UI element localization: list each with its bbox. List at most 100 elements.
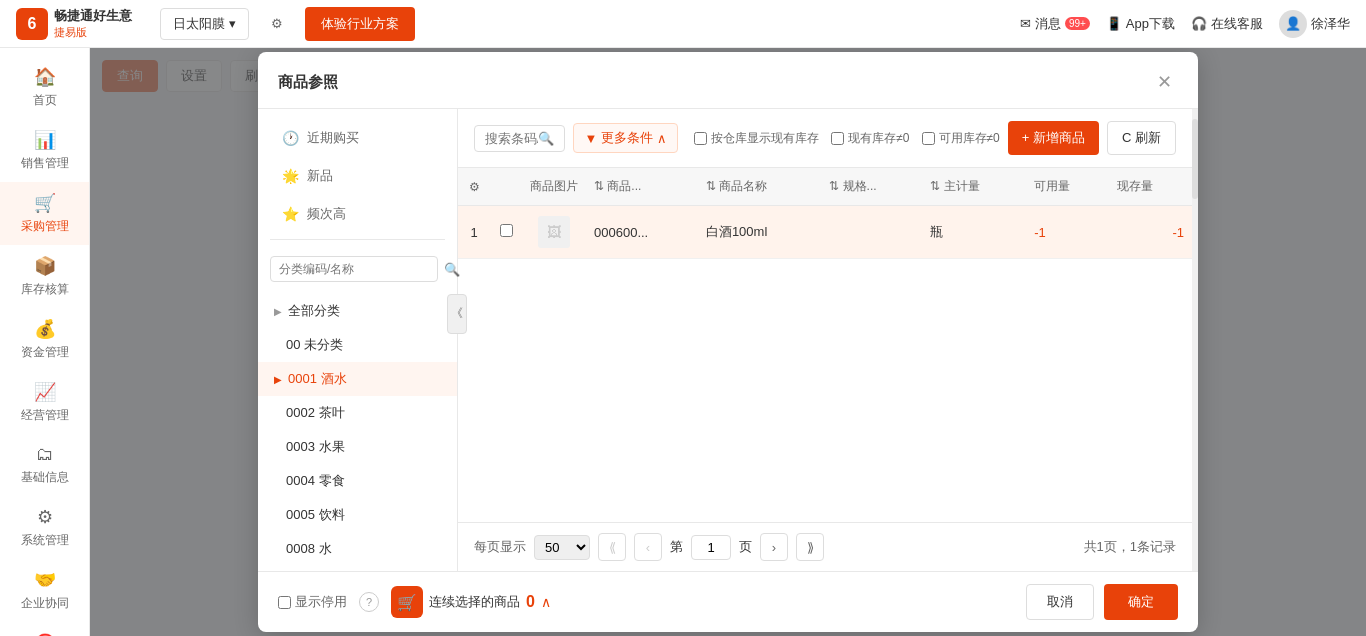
modal-header: 商品参照 ✕ <box>258 52 1198 109</box>
app-download-nav-item[interactable]: 📱 App下载 <box>1106 15 1175 33</box>
product-reference-modal: 商品参照 ✕ 🕐 近期购买 🌟 <box>258 52 1198 632</box>
modal-close-button[interactable]: ✕ <box>1150 68 1178 96</box>
right-scrollbar[interactable] <box>1192 109 1198 571</box>
sort-icon-unit: ⇅ <box>930 179 940 193</box>
row-checkbox[interactable] <box>490 206 522 259</box>
category-search-icon[interactable]: 🔍 <box>444 262 460 277</box>
settings-gear-icon[interactable]: ⚙ <box>261 8 293 40</box>
system-icon: ⚙ <box>37 506 53 528</box>
high-frequency-tab[interactable]: ⭐ 频次高 <box>270 197 445 231</box>
next-page-button[interactable]: › <box>760 533 788 561</box>
footer-action-buttons: 取消 确定 <box>1026 584 1178 620</box>
page-size-label: 每页显示 <box>474 538 526 556</box>
phone-icon: 📱 <box>1106 16 1122 31</box>
col-header-settings[interactable]: ⚙ <box>458 168 490 206</box>
sidebar-item-finance[interactable]: 💰 资金管理 <box>0 308 89 371</box>
messages-nav-item[interactable]: ✉ 消息 99+ <box>1020 15 1090 33</box>
basic-icon: 🗂 <box>36 444 54 465</box>
collapse-selection-icon[interactable]: ∧ <box>541 594 551 610</box>
product-image-placeholder: 🖼 <box>538 216 570 248</box>
sidebar-item-operations[interactable]: 📈 经营管理 <box>0 371 89 434</box>
refresh-button[interactable]: C 刷新 <box>1107 121 1176 155</box>
category-0008[interactable]: 0008 水 <box>258 532 457 566</box>
checkbox-current-stock[interactable]: 现有库存≠0 <box>831 130 909 147</box>
page-total-text: 共1页，1条记录 <box>1084 538 1176 556</box>
sort-icon-code: ⇅ <box>594 179 604 193</box>
page-label-end: 页 <box>739 538 752 556</box>
sidebar-item-purchase[interactable]: 🛒 采购管理 <box>0 182 89 245</box>
category-0004[interactable]: 0004 零食 <box>258 464 457 498</box>
row-product-code: 000600... <box>586 206 698 259</box>
show-disabled-checkbox[interactable]: 显示停用 <box>278 593 347 611</box>
filter-checkboxes: 按仓库显示现有库存 现有库存≠0 可用库存≠0 <box>694 130 1000 147</box>
sidebar-item-enterprise[interactable]: 🤝 企业协同 <box>0 559 89 622</box>
logo-text: 畅捷通好生意 捷易版 <box>54 7 132 40</box>
guide-icon: 🎯 <box>34 632 56 636</box>
trial-industry-button[interactable]: 体验行业方案 <box>305 7 415 41</box>
col-header-unit[interactable]: ⇅ 主计量 <box>922 168 1026 206</box>
product-table-wrapper: ⚙ 商品图片 ⇅ 商品... ⇅ <box>458 168 1192 522</box>
category-search-input[interactable] <box>270 256 438 282</box>
modal-body: 🕐 近期购买 🌟 新品 ⭐ 频次高 <box>258 109 1198 571</box>
ops-icon: 📈 <box>34 381 56 403</box>
sidebar-item-home[interactable]: 🏠 首页 <box>0 56 89 119</box>
new-product-tab[interactable]: 🌟 新品 <box>270 159 445 193</box>
sidebar-label-finance: 资金管理 <box>21 344 69 361</box>
category-0003[interactable]: 0003 水果 <box>258 430 457 464</box>
scrollbar-thumb[interactable] <box>1192 119 1198 199</box>
first-page-button[interactable]: ⟪ <box>598 533 626 561</box>
inventory-icon: 📦 <box>34 255 56 277</box>
product-search-input[interactable] <box>485 131 538 146</box>
last-page-button[interactable]: ⟫ <box>796 533 824 561</box>
sidebar-item-inventory[interactable]: 📦 库存核算 <box>0 245 89 308</box>
col-header-spec[interactable]: ⇅ 规格... <box>821 168 922 206</box>
sidebar-item-system[interactable]: ⚙ 系统管理 <box>0 496 89 559</box>
confirm-button[interactable]: 确定 <box>1104 584 1178 620</box>
sidebar-item-sales[interactable]: 📊 销售管理 <box>0 119 89 182</box>
logo: 6 畅捷通好生意 捷易版 <box>16 7 132 40</box>
online-service-nav-item[interactable]: 🎧 在线客服 <box>1191 15 1263 33</box>
user-avatar: 👤 <box>1279 10 1307 38</box>
top-navigation: 6 畅捷通好生意 捷易版 日太阳膜 ▾ ⚙ 体验行业方案 ✉ 消息 99+ 📱 … <box>0 0 1366 48</box>
category-0001[interactable]: ▶ 0001 酒水 <box>258 362 457 396</box>
table-row[interactable]: 1 🖼 000600... 白酒100ml 瓶 <box>458 206 1192 259</box>
sidebar-label-purchase: 采购管理 <box>21 218 69 235</box>
search-magnify-icon[interactable]: 🔍 <box>538 131 554 146</box>
checkbox-available-stock[interactable]: 可用库存≠0 <box>922 130 1000 147</box>
col-header-code[interactable]: ⇅ 商品... <box>586 168 698 206</box>
col-header-current: 现存量 <box>1109 168 1192 206</box>
category-0005[interactable]: 0005 饮料 <box>258 498 457 532</box>
selected-count-badge: 0 <box>526 593 535 611</box>
company-dropdown[interactable]: 日太阳膜 ▾ <box>160 8 249 40</box>
collapse-panel-button[interactable]: 《 <box>447 294 467 334</box>
page-size-select[interactable]: 50 10 20 100 <box>534 535 590 560</box>
chevron-down-icon: ▾ <box>229 16 236 31</box>
category-0002[interactable]: 0002 茶叶 <box>258 396 457 430</box>
cancel-button[interactable]: 取消 <box>1026 584 1094 620</box>
cart-label: 连续选择的商品 <box>429 593 520 611</box>
prev-page-button[interactable]: ‹ <box>634 533 662 561</box>
more-filter-button[interactable]: ▼ 更多条件 ∧ <box>573 123 678 153</box>
col-header-name[interactable]: ⇅ 商品名称 <box>698 168 821 206</box>
add-product-button[interactable]: + 新增商品 <box>1008 121 1099 155</box>
modal-footer: 显示停用 ? 🛒 连续选择的商品 0 ∧ 取消 确定 <box>258 571 1198 632</box>
star-icon: ⭐ <box>282 206 299 222</box>
modal-left-panel: 🕐 近期购买 🌟 新品 ⭐ 频次高 <box>258 109 458 571</box>
tab-divider <box>270 239 445 240</box>
filter-icon: ▼ <box>584 131 597 146</box>
help-icon[interactable]: ? <box>359 592 379 612</box>
checkbox-by-warehouse[interactable]: 按仓库显示现有库存 <box>694 130 819 147</box>
new-icon: 🌟 <box>282 168 299 184</box>
category-00[interactable]: 00 未分类 <box>258 328 457 362</box>
category-all[interactable]: ▶ 全部分类 <box>258 294 457 328</box>
message-icon: ✉ <box>1020 16 1031 31</box>
category-0010[interactable]: 0010 家电 <box>258 566 457 571</box>
page-number-input[interactable] <box>691 535 731 560</box>
recent-purchase-tab[interactable]: 🕐 近期购买 <box>270 121 445 155</box>
sort-icon-spec: ⇅ <box>829 179 839 193</box>
sidebar-item-guide[interactable]: 🎯 新手引导 <box>0 622 89 636</box>
category-search-area: 🔍 <box>258 248 457 290</box>
sidebar-item-basic-info[interactable]: 🗂 基础信息 <box>0 434 89 496</box>
user-profile-nav-item[interactable]: 👤 徐泽华 <box>1279 10 1350 38</box>
content-area: 查询 设置 刷新 商品参照 ✕ 🕐 <box>90 48 1366 636</box>
